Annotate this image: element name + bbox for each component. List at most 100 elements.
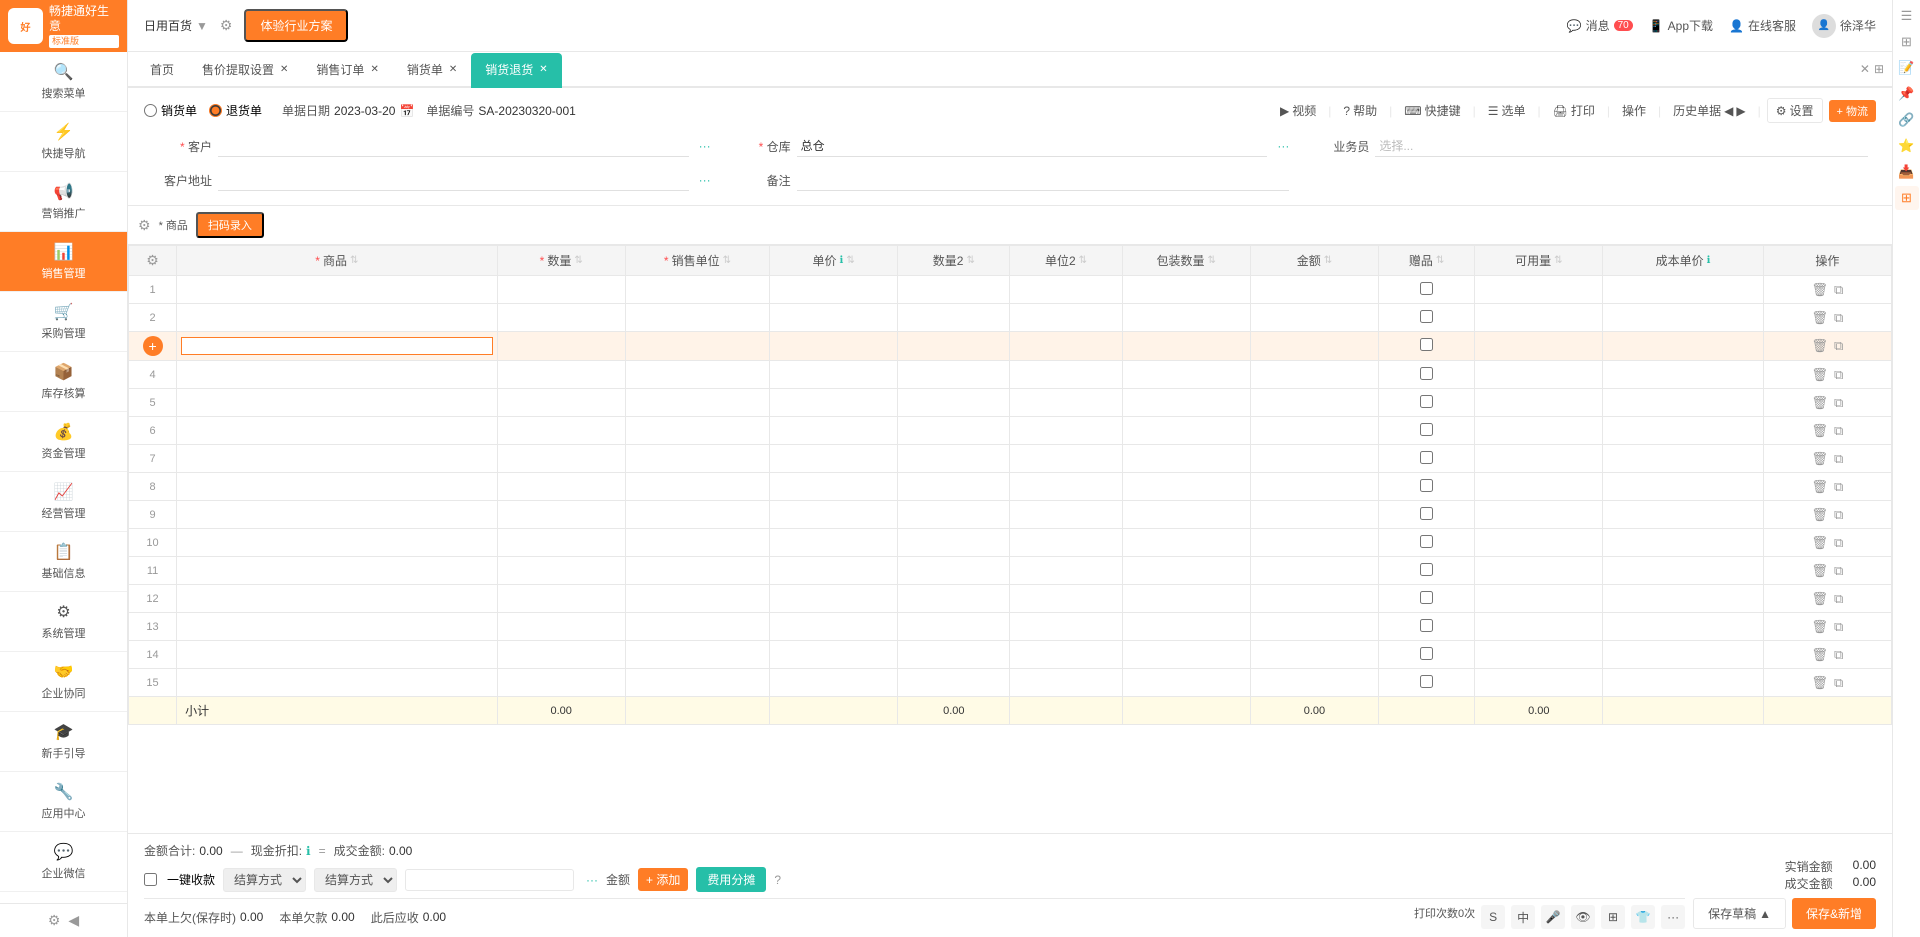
tab-close-price[interactable]: ✕ [280,64,288,75]
unit2-cell[interactable] [1010,332,1122,361]
delete-row-icon[interactable]: 🗑 [1811,591,1828,607]
copy-row-icon[interactable]: ⧉ [1834,619,1843,635]
unit-cell[interactable] [625,445,769,473]
right-icon-4[interactable]: 📌 [1895,82,1919,106]
cost-price-cell[interactable] [1603,557,1763,585]
select-btn[interactable]: ☰ 选单 [1482,100,1532,121]
available-cell[interactable] [1475,501,1603,529]
copy-row-icon[interactable]: ⧉ [1834,507,1843,523]
unit-cell[interactable] [625,557,769,585]
qty2-cell[interactable] [898,529,1010,557]
pkg-qty-cell[interactable] [1122,613,1250,641]
menu-selector[interactable]: 日用百货 ▼ [144,17,208,34]
copy-row-icon[interactable]: ⧉ [1834,479,1843,495]
unit-cell[interactable] [625,501,769,529]
pkg-qty-cell[interactable] [1122,641,1250,669]
shortcut-btn[interactable]: ⌨ 快捷键 [1398,100,1466,121]
amount-cell[interactable] [1250,641,1378,669]
tab-sales[interactable]: 销货单 ✕ [393,53,471,88]
unit-cell[interactable] [625,529,769,557]
delete-row-icon[interactable]: 🗑 [1811,479,1828,495]
topbar-gear-icon[interactable]: ⚙ [220,17,233,34]
gift-cell[interactable] [1379,613,1475,641]
eye-icon[interactable]: 👁 [1571,905,1595,929]
unit2-cell[interactable] [1010,445,1122,473]
sidebar-item-shortcuts[interactable]: ⚡ 快捷导航 [0,112,127,172]
qty2-cell[interactable] [898,613,1010,641]
copy-row-icon[interactable]: ⧉ [1834,310,1843,326]
amount-cell[interactable] [1250,557,1378,585]
sort-pkg-icon[interactable]: ⇅ [1208,255,1216,266]
input-method-icon[interactable]: 中 [1511,905,1535,929]
cost-price-cell[interactable] [1603,473,1763,501]
pkg-qty-cell[interactable] [1122,473,1250,501]
account-input[interactable] [405,869,574,891]
salesperson-input[interactable]: 选择... [1375,135,1868,157]
qty-cell[interactable] [497,641,625,669]
product-cell[interactable] [177,669,498,697]
cost-price-cell[interactable] [1603,417,1763,445]
amount-cell[interactable] [1250,613,1378,641]
sidebar-item-search[interactable]: 🔍 搜索菜单 [0,52,127,112]
available-cell[interactable] [1475,417,1603,445]
pkg-qty-cell[interactable] [1122,501,1250,529]
product-cell[interactable] [177,473,498,501]
delete-row-icon[interactable]: 🗑 [1811,507,1828,523]
delete-row-icon[interactable]: 🗑 [1811,310,1828,326]
pkg-qty-cell[interactable] [1122,332,1250,361]
unit2-cell[interactable] [1010,585,1122,613]
collapse-icon[interactable]: ◀ [68,912,79,929]
gift-cell[interactable] [1379,332,1475,361]
qty-cell[interactable] [497,585,625,613]
pkg-qty-cell[interactable] [1122,557,1250,585]
unit-cell[interactable] [625,417,769,445]
delete-row-icon[interactable]: 🗑 [1811,338,1828,354]
available-cell[interactable] [1475,332,1603,361]
gift-checkbox[interactable] [1420,591,1433,604]
one-click-checkbox[interactable] [144,873,157,886]
price-cell[interactable] [770,389,898,417]
remark-input[interactable] [797,169,1290,191]
voice-icon[interactable]: 🎤 [1541,905,1565,929]
qty-cell[interactable] [497,389,625,417]
sidebar-item-operations[interactable]: 📈 经营管理 [0,472,127,532]
add-payment-btn[interactable]: + 添加 [638,868,688,891]
gift-cell[interactable] [1379,361,1475,389]
amount-cell[interactable] [1250,361,1378,389]
amount-cell[interactable] [1250,445,1378,473]
unit-cell[interactable] [625,473,769,501]
gift-checkbox[interactable] [1420,367,1433,380]
available-cell[interactable] [1475,445,1603,473]
sidebar-item-purchase[interactable]: 🛒 采购管理 [0,292,127,352]
sidebar-item-appstore[interactable]: 🔧 应用中心 [0,772,127,832]
customer-input[interactable] [218,135,689,157]
right-icon-6[interactable]: ⭐ [1895,134,1919,158]
sort-price-icon[interactable]: ⇅ [846,255,854,266]
qty-cell[interactable] [497,332,625,361]
gift-checkbox[interactable] [1420,479,1433,492]
product-cell[interactable] [177,501,498,529]
add-logistics-btn[interactable]: + 物流 [1829,100,1876,122]
sort-amount-icon[interactable]: ⇅ [1324,255,1332,266]
sales-radio[interactable]: 销货单 [144,102,197,119]
cost-price-cell[interactable] [1603,389,1763,417]
price-cell[interactable] [770,332,898,361]
sidebar-item-collab[interactable]: 🤝 企业协同 [0,652,127,712]
unit-cell[interactable] [625,641,769,669]
tab-home[interactable]: 首页 [136,53,188,88]
amount-cell[interactable] [1250,501,1378,529]
gift-cell[interactable] [1379,304,1475,332]
gift-checkbox[interactable] [1420,647,1433,660]
pkg-qty-cell[interactable] [1122,389,1250,417]
available-cell[interactable] [1475,585,1603,613]
gift-checkbox[interactable] [1420,310,1433,323]
product-cell[interactable] [177,417,498,445]
account-dots-btn[interactable]: ··· [586,873,598,887]
available-cell[interactable] [1475,529,1603,557]
return-radio[interactable]: 退货单 [209,102,262,119]
sidebar-item-member[interactable]: V 畅会员 [0,892,127,903]
tab-sales-order[interactable]: 销售订单 ✕ [302,53,392,88]
qty-cell[interactable] [497,557,625,585]
unit2-cell[interactable] [1010,529,1122,557]
qty-cell[interactable] [497,276,625,304]
